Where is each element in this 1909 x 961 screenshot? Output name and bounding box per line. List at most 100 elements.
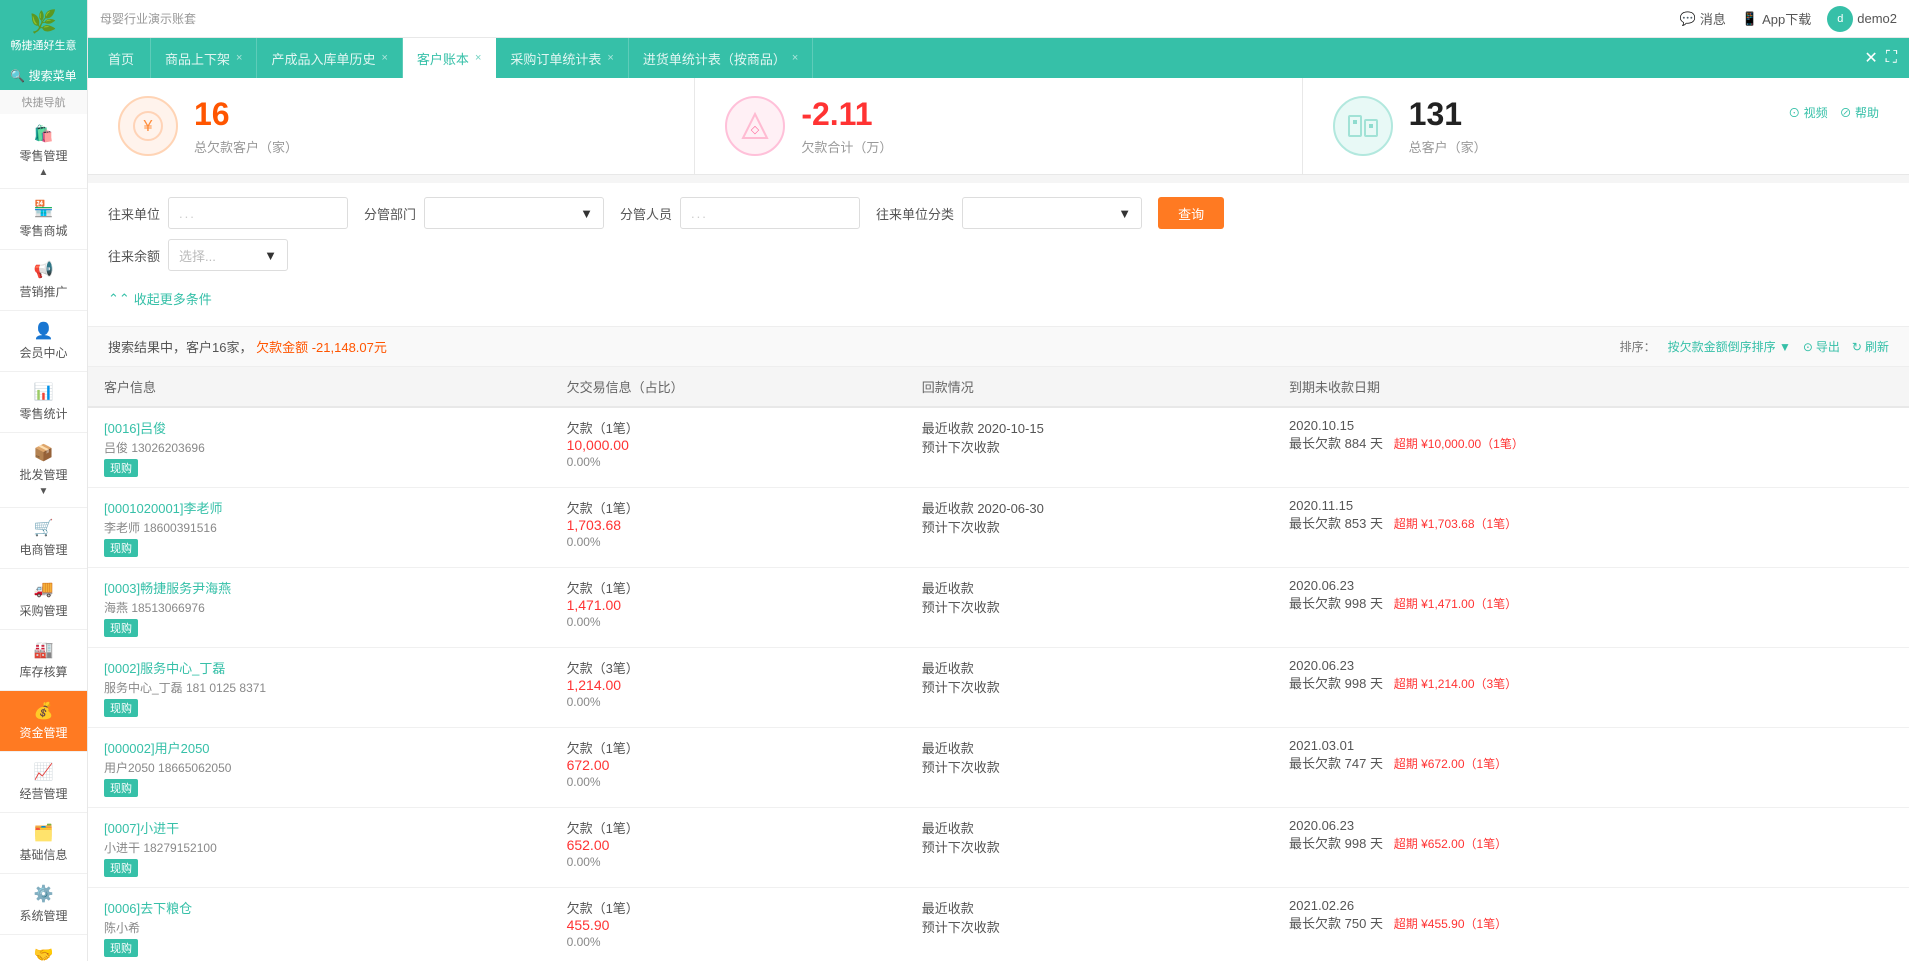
- export-btn[interactable]: ⊙ 导出: [1803, 338, 1840, 355]
- debt-amount-icon: ◇: [725, 96, 785, 156]
- debt-amount-3[interactable]: 1,214.00: [567, 677, 890, 693]
- overdue-days-0: 最长欠款 884 天 超期 ¥10,000.00（1笔）: [1289, 433, 1893, 452]
- tab-customer-account[interactable]: 客户账本 ×: [403, 38, 496, 78]
- tab-inbound-stat[interactable]: 进货单统计表（按商品） ×: [629, 38, 813, 78]
- sidebar-item-basic[interactable]: 🗂️ 基础信息: [0, 813, 87, 874]
- customer-name-1[interactable]: [0001020001]李老师: [104, 498, 535, 517]
- app-download-btn[interactable]: 📱 App下载: [1742, 9, 1811, 28]
- debt-amount-0[interactable]: 10,000.00: [567, 437, 890, 453]
- tab-production-history-close[interactable]: ×: [381, 52, 387, 64]
- customer-name-4[interactable]: [000002]用户2050: [104, 738, 535, 757]
- user-avatar[interactable]: d demo2: [1827, 6, 1897, 32]
- expand-btn[interactable]: ⛶: [1886, 49, 1897, 67]
- manager-input[interactable]: ...: [680, 197, 860, 229]
- sidebar-item-system[interactable]: ⚙️ 系统管理: [0, 874, 87, 935]
- sidebar-item-enterprise[interactable]: 🤝 企业协同: [0, 935, 87, 961]
- close-all-tabs-btn[interactable]: ✕: [1864, 48, 1877, 68]
- debt-amount-6[interactable]: 455.90: [567, 917, 890, 933]
- sidebar-item-purchase[interactable]: 🚚 采购管理: [0, 569, 87, 630]
- sidebar-item-retail-stat[interactable]: 📊 零售统计: [0, 372, 87, 433]
- customer-badge-5: 现购: [104, 859, 138, 877]
- unit-class-select[interactable]: ▼: [962, 197, 1142, 229]
- balance-placeholder: 选择...: [179, 246, 216, 265]
- td-debt-2: 欠款（1笔） 1,471.00 0.00%: [551, 568, 906, 648]
- debt-amount-2[interactable]: 1,471.00: [567, 597, 890, 613]
- overdue-days-3: 最长欠款 998 天 超期 ¥1,214.00（3笔）: [1289, 673, 1893, 692]
- message-icon: 💬: [1680, 11, 1696, 27]
- customer-contact-2: 海燕 18513066976: [104, 599, 535, 616]
- next-payment-6: 预计下次收款: [922, 917, 1257, 936]
- sidebar-item-label: 经营管理: [19, 785, 67, 802]
- latest-payment-2: 最近收款: [922, 578, 1257, 597]
- balance-select[interactable]: 选择... ▼: [168, 239, 288, 271]
- source-unit-filter: 往来单位 ...: [108, 197, 348, 229]
- sidebar-item-retail-mgmt[interactable]: 🛍️ 零售管理 ▲: [0, 114, 87, 189]
- tab-purchase-order[interactable]: 采购订单统计表 ×: [496, 38, 628, 78]
- message-btn[interactable]: 💬 消息: [1680, 9, 1726, 28]
- table-row: [0001020001]李老师 李老师 18600391516 现购 欠款（1笔…: [88, 488, 1909, 568]
- svg-text:¥: ¥: [143, 118, 153, 135]
- query-button[interactable]: 查询: [1158, 197, 1224, 229]
- customer-name-5[interactable]: [0007]小进干: [104, 818, 535, 837]
- overdue-amount-4[interactable]: 超期 ¥672.00（1笔）: [1394, 757, 1507, 771]
- tab-customer-account-close[interactable]: ×: [475, 52, 481, 64]
- sidebar-item-warehouse[interactable]: 🏭 库存核算: [0, 630, 87, 691]
- overdue-amount-0[interactable]: 超期 ¥10,000.00（1笔）: [1394, 437, 1524, 451]
- total-customers-value: 131: [1409, 96, 1487, 133]
- sidebar: 🌿 畅捷通好生意 🔍 搜索菜单 快捷导航 🛍️ 零售管理 ▲ 🏪 零售商城 📢 …: [0, 0, 88, 961]
- tab-production-history-label: 产成品入库单历史: [271, 49, 375, 68]
- chevron-icon: ▼: [39, 486, 49, 497]
- retail-stat-icon: 📊: [34, 382, 54, 402]
- search-icon: 🔍: [10, 69, 25, 83]
- debt-count-2: 欠款（1笔）: [567, 578, 890, 597]
- tab-product-status[interactable]: 商品上下架 ×: [151, 38, 257, 78]
- tab-production-history[interactable]: 产成品入库单历史 ×: [257, 38, 402, 78]
- th-due-date: 到期未收款日期: [1273, 367, 1909, 407]
- sidebar-item-marketing[interactable]: 📢 营销推广: [0, 250, 87, 311]
- tab-home-label: 首页: [108, 49, 134, 68]
- source-unit-input[interactable]: ...: [168, 197, 348, 229]
- customer-name-0[interactable]: [0016]吕俊: [104, 418, 535, 437]
- overdue-amount-5[interactable]: 超期 ¥652.00（1笔）: [1394, 837, 1507, 851]
- customer-contact-5: 小进干 18279152100: [104, 839, 535, 856]
- dept-select[interactable]: ▼: [424, 197, 604, 229]
- overdue-amount-2[interactable]: 超期 ¥1,471.00（1笔）: [1394, 597, 1517, 611]
- member-icon: 👤: [34, 321, 54, 341]
- sidebar-item-operation[interactable]: 📈 经营管理: [0, 752, 87, 813]
- retail-store-icon: 🏪: [34, 199, 54, 219]
- tab-purchase-order-close[interactable]: ×: [607, 52, 613, 64]
- filter-row-1: 往来单位 ... 分管部门 ▼ 分管人员 ...: [108, 197, 1889, 229]
- sidebar-item-batch-mgmt[interactable]: 📦 批发管理 ▼: [0, 433, 87, 508]
- overdue-amount-3[interactable]: 超期 ¥1,214.00（3笔）: [1394, 677, 1517, 691]
- debt-amount-4[interactable]: 672.00: [567, 757, 890, 773]
- sort-value-btn[interactable]: 按欠款金额倒序排序 ▼: [1668, 338, 1791, 355]
- customer-badge-1: 现购: [104, 539, 138, 557]
- username: demo2: [1857, 11, 1897, 26]
- debt-amount-1[interactable]: 1,703.68: [567, 517, 890, 533]
- sidebar-search[interactable]: 🔍 搜索菜单: [0, 61, 87, 90]
- tab-home[interactable]: 首页: [92, 38, 151, 78]
- video-btn[interactable]: ⊙ 视频: [1788, 104, 1827, 121]
- tab-inbound-stat-close[interactable]: ×: [792, 52, 798, 64]
- stats-bar: ¥ 16 总欠款客户（家） ◇ -2.11 欠款合计（万）: [88, 78, 1909, 175]
- tab-product-status-close[interactable]: ×: [236, 52, 242, 64]
- customer-name-3[interactable]: [0002]服务中心_丁磊: [104, 658, 535, 677]
- result-text-main: 搜索结果中，客户16家: [108, 340, 239, 355]
- latest-payment-5: 最近收款: [922, 818, 1257, 837]
- overdue-amount-6[interactable]: 超期 ¥455.90（1笔）: [1394, 917, 1507, 931]
- sidebar-item-ecommerce[interactable]: 🛒 电商管理: [0, 508, 87, 569]
- help-btn[interactable]: ⊘ 帮助: [1840, 104, 1879, 121]
- overdue-amount-1[interactable]: 超期 ¥1,703.68（1笔）: [1394, 517, 1517, 531]
- customer-name-6[interactable]: [0006]去下粮仓: [104, 898, 535, 917]
- sidebar-item-finance[interactable]: 💰 资金管理: [0, 691, 87, 752]
- customer-name-2[interactable]: [0003]畅捷服务尹海燕: [104, 578, 535, 597]
- debt-pct-5: 0.00%: [567, 855, 890, 869]
- overdue-days-1: 最长欠款 853 天 超期 ¥1,703.68（1笔）: [1289, 513, 1893, 532]
- refresh-btn[interactable]: ↻ 刷新: [1852, 338, 1889, 355]
- collapse-button[interactable]: ⌃⌃ 收起更多条件: [108, 289, 1889, 308]
- export-icon: ⊙: [1803, 340, 1813, 354]
- debt-amount-5[interactable]: 652.00: [567, 837, 890, 853]
- sidebar-item-retail-store[interactable]: 🏪 零售商城: [0, 189, 87, 250]
- sidebar-item-member[interactable]: 👤 会员中心: [0, 311, 87, 372]
- customer-badge-3: 现购: [104, 699, 138, 717]
